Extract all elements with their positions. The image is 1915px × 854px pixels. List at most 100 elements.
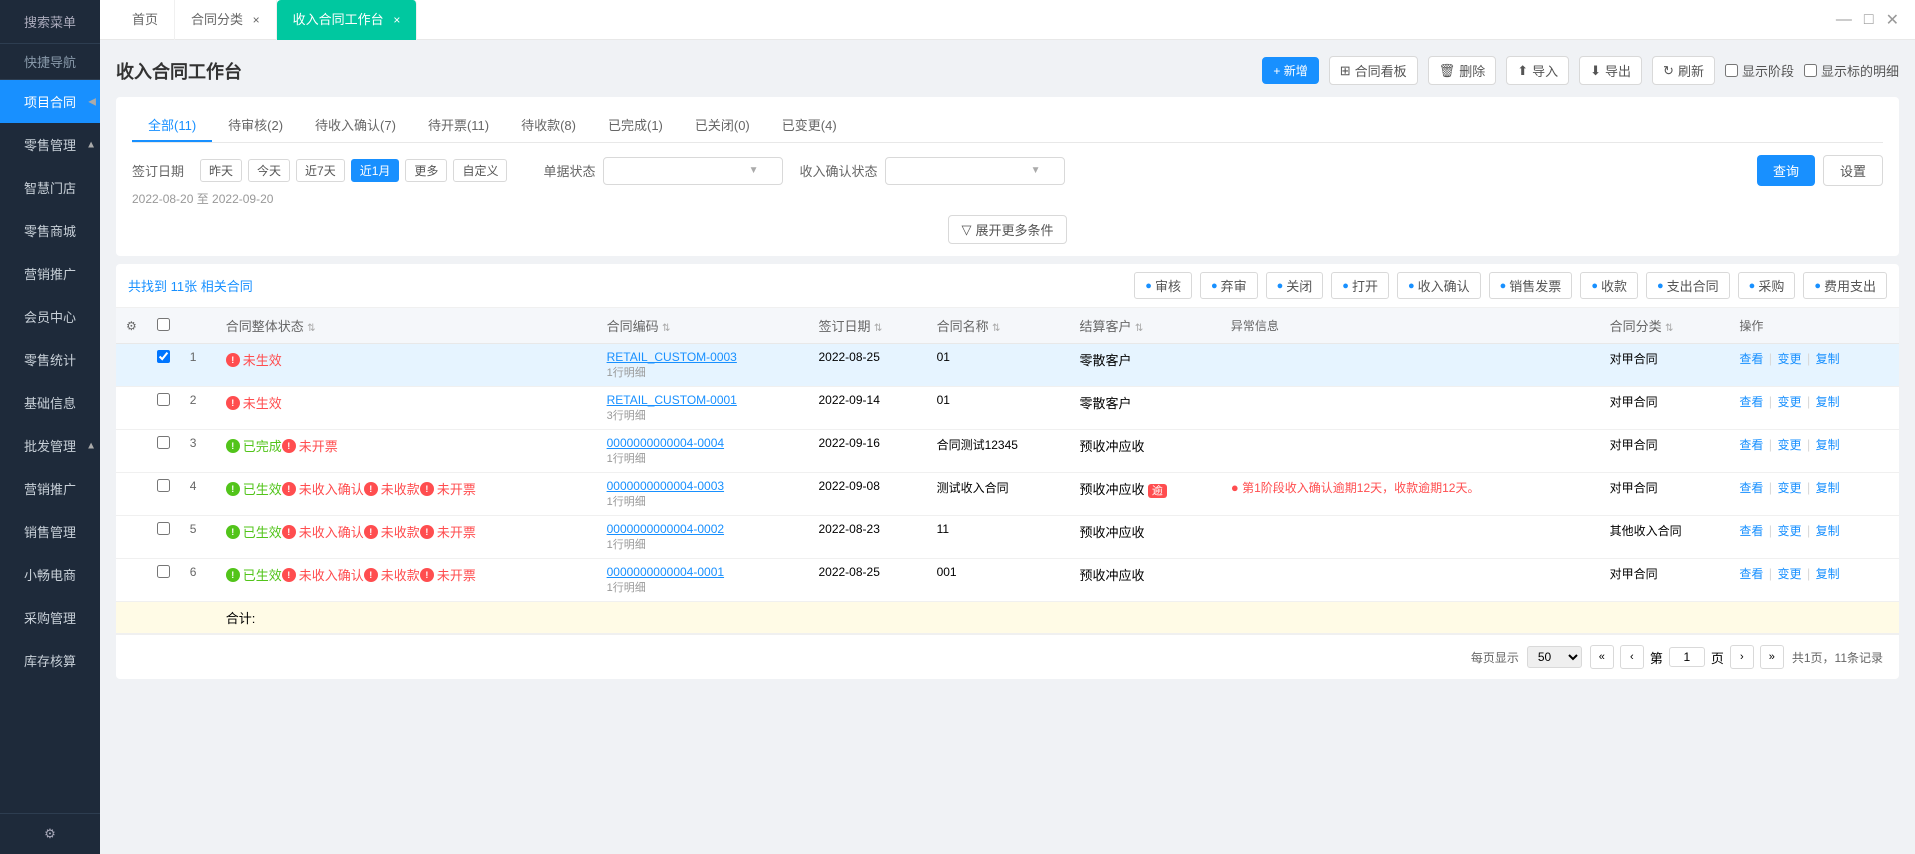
filter-tab-all[interactable]: 全部(11) [132,109,212,142]
sidebar-item-project[interactable]: 项目合同 [0,80,100,123]
date-btn-last1m[interactable]: 近1月 [351,159,400,182]
contract-code-link[interactable]: 0000000000004-0004 [607,436,724,450]
date-btn-more[interactable]: 更多 [405,159,447,182]
filter-tab-pending-invoice[interactable]: 待开票(11) [412,109,505,142]
export-button[interactable]: ⬇ 导出 [1579,56,1642,85]
op-view[interactable]: 查看 [1739,524,1763,538]
pay-contract-btn[interactable]: ● 支出合同 [1646,272,1730,299]
op-view[interactable]: 查看 [1739,567,1763,581]
add-button[interactable]: + 新增 [1262,57,1318,84]
sidebar-item-wholesale[interactable]: 批发管理 [0,424,100,467]
income-confirm-select[interactable]: ▼ [885,157,1065,185]
contract-code-link[interactable]: 0000000000004-0001 [607,565,724,579]
sidebar-item-ecommerce[interactable]: 小畅电商 [0,553,100,596]
collect-btn[interactable]: ● 收款 [1580,272,1638,299]
filter-tab-closed[interactable]: 已关闭(0) [679,109,766,142]
page-input[interactable] [1669,647,1705,667]
page-size-select[interactable]: 50 100 200 [1527,646,1582,668]
sales-invoice-btn[interactable]: ● 销售发票 [1489,272,1573,299]
contract-code-link[interactable]: 0000000000004-0003 [607,479,724,493]
op-change[interactable]: 变更 [1778,352,1802,366]
sidebar-item-stats[interactable]: 零售统计 [0,338,100,381]
sidebar-settings[interactable]: ⚙ [0,813,100,854]
col-customer[interactable]: 结算客户 ⇅ [1070,308,1221,344]
purchase-btn[interactable]: ● 采购 [1738,272,1796,299]
set-button[interactable]: 设置 [1823,155,1883,186]
sidebar-item-retail-mgmt[interactable]: 零售管理 [0,123,100,166]
op-copy[interactable]: 复制 [1816,395,1840,409]
row-checkbox[interactable] [157,393,170,406]
query-button[interactable]: 查询 [1757,155,1815,186]
prev-page-btn[interactable]: ‹ [1620,645,1644,669]
income-confirm-btn[interactable]: ● 收入确认 [1397,272,1481,299]
sidebar-item-member[interactable]: 会员中心 [0,295,100,338]
window-minimize-icon[interactable]: — [1836,11,1852,29]
open-btn[interactable]: ● 打开 [1331,272,1389,299]
delete-button[interactable]: 🗑 删除 [1428,56,1497,85]
sidebar-item-sales[interactable]: 销售管理 [0,510,100,553]
row-checkbox[interactable] [157,350,170,363]
filter-tab-completed[interactable]: 已完成(1) [592,109,679,142]
col-category[interactable]: 合同分类 ⇅ [1600,308,1730,344]
sidebar-item-online-store[interactable]: 零售商城 [0,209,100,252]
col-code[interactable]: 合同编码 ⇅ [597,308,809,344]
sidebar-item-basic[interactable]: 基础信息 [0,381,100,424]
kanban-button[interactable]: ⊞ 合同看板 [1329,56,1418,85]
row-checkbox[interactable] [157,522,170,535]
sidebar-item-marketing2[interactable]: 营销推广 [0,467,100,510]
expand-more-btn[interactable]: ▽ 展开更多条件 [948,215,1066,244]
contract-code-link[interactable]: 0000000000004-0002 [607,522,724,536]
col-status[interactable]: 合同整体状态 ⇅ [216,308,597,344]
op-change[interactable]: 变更 [1778,438,1802,452]
date-btn-yesterday[interactable]: 昨天 [200,159,242,182]
op-view[interactable]: 查看 [1739,481,1763,495]
show-detail-checkbox[interactable]: 显示标的明细 [1804,61,1899,80]
op-view[interactable]: 查看 [1739,352,1763,366]
op-copy[interactable]: 复制 [1816,567,1840,581]
sidebar-item-marketing[interactable]: 营销推广 [0,252,100,295]
refresh-button[interactable]: ↻ 刷新 [1652,56,1715,85]
expense-btn[interactable]: ● 费用支出 [1803,272,1887,299]
filter-tab-pending-payment[interactable]: 待收款(8) [505,109,592,142]
op-copy[interactable]: 复制 [1816,438,1840,452]
op-copy[interactable]: 复制 [1816,524,1840,538]
review-btn[interactable]: ● 审核 [1134,272,1192,299]
op-change[interactable]: 变更 [1778,395,1802,409]
contract-code-link[interactable]: RETAIL_CUSTOM-0003 [607,350,737,364]
col-name[interactable]: 合同名称 ⇅ [927,308,1070,344]
op-change[interactable]: 变更 [1778,567,1802,581]
tab-income-workbench-close[interactable]: × [393,13,400,27]
op-change[interactable]: 变更 [1778,481,1802,495]
op-view[interactable]: 查看 [1739,438,1763,452]
window-maximize-icon[interactable]: □ [1864,11,1874,29]
last-page-btn[interactable]: » [1760,645,1784,669]
sidebar-item-smart-store[interactable]: 智慧门店 [0,166,100,209]
sidebar-search[interactable]: 搜索菜单 [0,0,100,44]
tab-income-workbench[interactable]: 收入合同工作台 × [277,0,418,40]
sidebar-nav[interactable]: 快捷导航 [0,44,100,80]
contract-code-link[interactable]: RETAIL_CUSTOM-0001 [607,393,737,407]
close-btn[interactable]: ● 关闭 [1266,272,1324,299]
date-btn-today[interactable]: 今天 [248,159,290,182]
row-checkbox[interactable] [157,479,170,492]
select-all-checkbox[interactable] [157,318,170,331]
doc-status-select[interactable]: ▼ [603,157,783,185]
filter-tab-pending-review[interactable]: 待审核(2) [212,109,299,142]
op-view[interactable]: 查看 [1739,395,1763,409]
sidebar-item-purchase[interactable]: 采购管理 [0,596,100,639]
row-checkbox[interactable] [157,436,170,449]
first-page-btn[interactable]: « [1590,645,1614,669]
op-copy[interactable]: 复制 [1816,481,1840,495]
filter-tab-changed[interactable]: 已变更(4) [766,109,853,142]
date-btn-custom[interactable]: 自定义 [453,159,507,182]
tab-contract-category[interactable]: 合同分类 × [175,0,277,40]
tab-contract-category-close[interactable]: × [253,13,260,27]
date-btn-last7[interactable]: 近7天 [296,159,345,182]
next-page-btn[interactable]: › [1730,645,1754,669]
op-change[interactable]: 变更 [1778,524,1802,538]
tab-home[interactable]: 首页 [116,0,175,40]
abandon-btn[interactable]: ● 弃审 [1200,272,1258,299]
row-checkbox[interactable] [157,565,170,578]
show-segment-checkbox[interactable]: 显示阶段 [1725,61,1794,80]
filter-tab-pending-income[interactable]: 待收入确认(7) [299,109,412,142]
